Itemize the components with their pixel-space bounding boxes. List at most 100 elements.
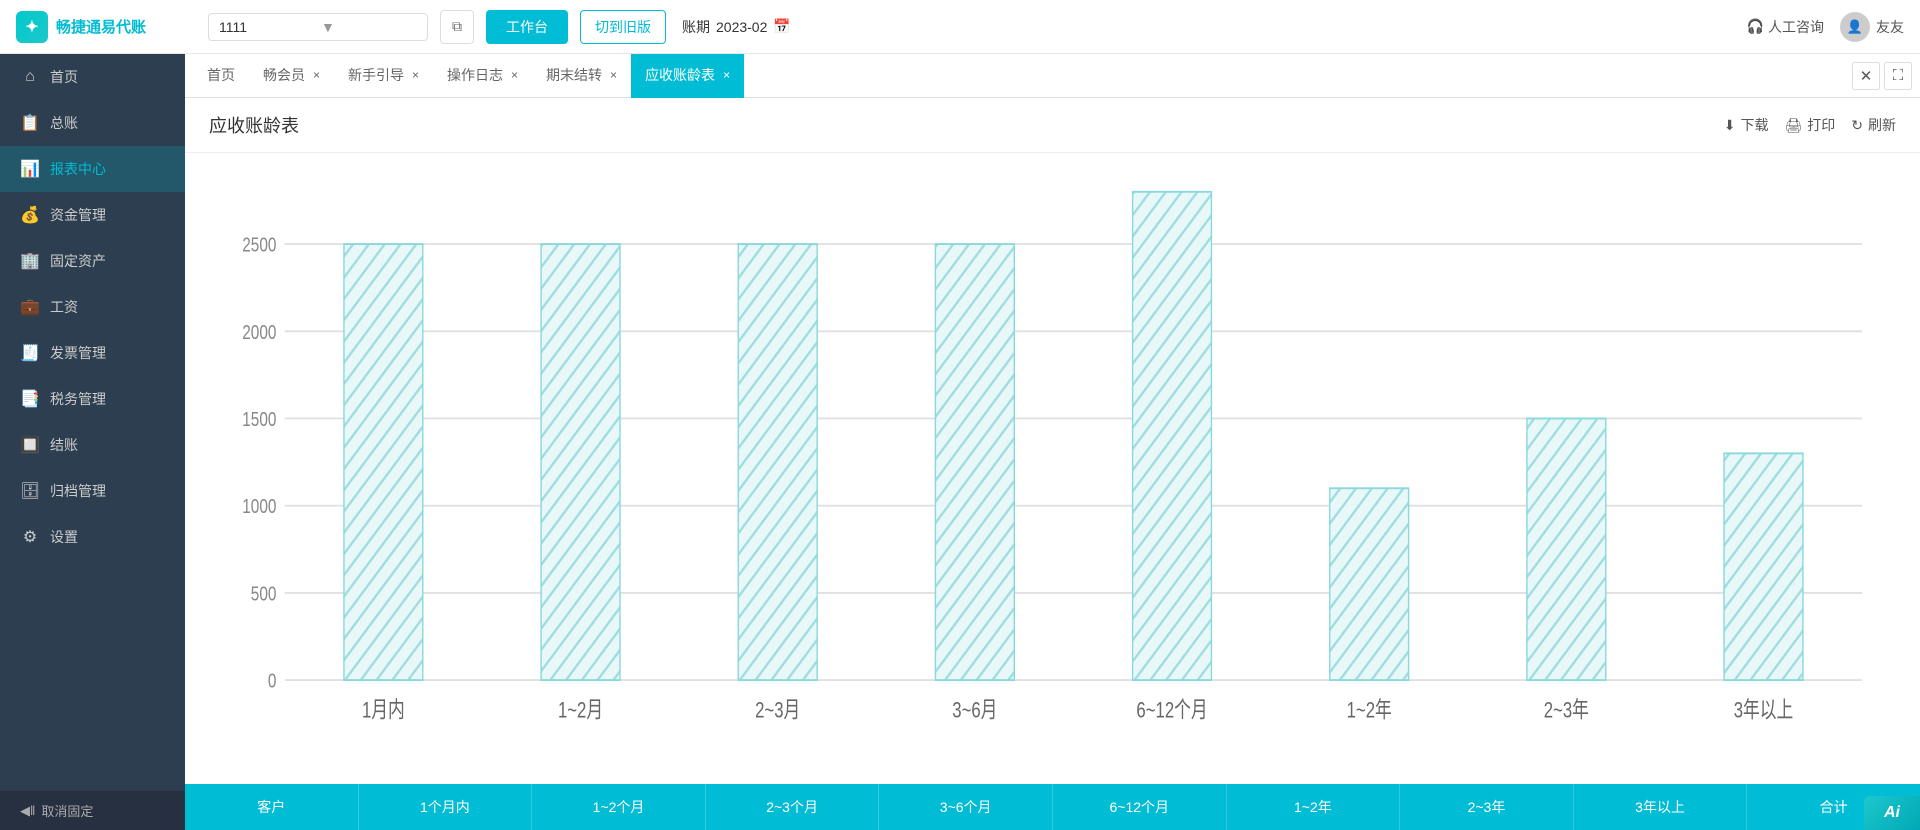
sidebar-item-reports[interactable]: 📊 报表中心 [0,146,185,192]
workbench-button[interactable]: 工作台 [486,10,568,44]
tab-closing[interactable]: 期末结转× [532,54,631,98]
th-1~2个月: 1~2个月 [532,784,706,830]
sidebar-icon-invoice: 🧾 [20,343,40,363]
svg-text:6~12个月: 6~12个月 [1136,698,1207,723]
tab-guide[interactable]: 新手引导× [334,54,433,98]
sidebar-item-salary[interactable]: 💼 工资 [0,284,185,330]
sidebar-icon-funds: 💰 [20,205,40,225]
tab-close-closing[interactable]: × [610,68,617,82]
copy-icon-button[interactable]: ⧉ [440,10,474,44]
download-button[interactable]: ⬇ 下载 [1724,115,1769,135]
sidebar-item-invoice[interactable]: 🧾 发票管理 [0,330,185,376]
svg-text:0: 0 [268,669,277,692]
sidebar-label-funds: 资金管理 [50,205,106,225]
logo-area: ✦ 畅捷通易代账 [16,11,196,43]
refresh-button[interactable]: ↻ 刷新 [1851,115,1896,135]
close-tab-button[interactable]: ✕ [1852,62,1880,90]
cancel-fixed-label: 取消固定 [41,801,93,820]
tab-label-member: 畅会员 [263,65,305,85]
sidebar-item-ledger[interactable]: 📋 总账 [0,100,185,146]
calendar-icon[interactable]: 📅 [773,18,790,35]
sidebar-icon-assets: 🏢 [20,251,40,271]
cancel-fixed-button[interactable]: ◀‖ 取消固定 [0,791,185,830]
tab-close-aging[interactable]: × [723,68,730,82]
svg-text:1500: 1500 [242,408,276,431]
tab-member[interactable]: 畅会员 × [249,54,334,98]
th-6~12个月: 6~12个月 [1053,784,1227,830]
download-label: 下载 [1740,115,1768,135]
print-label: 打印 [1807,115,1835,135]
consultation-label: 人工咨询 [1768,17,1824,37]
top-header: ✦ 畅捷通易代账 1111 ▼ ⧉ 工作台 切到旧版 账期 2023-02 📅 … [0,0,1920,54]
consultation-area[interactable]: 🎧 人工咨询 [1747,17,1824,37]
svg-text:1月内: 1月内 [362,698,405,723]
sidebar-label-home: 首页 [50,67,78,87]
refresh-label: 刷新 [1868,115,1896,135]
content-area: 首页畅会员×新手引导×操作日志×期末结转×应收账龄表× ✕ ⛶ 应收账龄表 ⬇ … [185,54,1920,830]
copy-icon: ⧉ [452,18,462,35]
sidebar-icon-archive: 🗄 [20,481,40,501]
tab-label-home: 首页 [207,65,235,85]
period-area: 账期 2023-02 📅 [682,17,791,37]
user-area[interactable]: 👤 友友 [1840,12,1904,42]
period-label: 账期 [682,17,710,37]
refresh-icon: ↻ [1851,117,1863,134]
dropdown-arrow-icon: ▼ [321,19,417,35]
sidebar-item-home[interactable]: ⌂ 首页 [0,54,185,100]
page-actions: ⬇ 下载 🖨 打印 ↻ 刷新 [1724,115,1896,135]
svg-text:1~2年: 1~2年 [1347,698,1392,723]
sidebar-item-settings[interactable]: ⚙ 设置 [0,514,185,560]
print-button[interactable]: 🖨 打印 [1784,115,1835,135]
pin-icon: ◀‖ [20,803,35,819]
sidebar-item-settle[interactable]: 🔲 结账 [0,422,185,468]
tab-close-log[interactable]: × [511,68,518,82]
tab-home[interactable]: 首页 [193,54,249,98]
sidebar-label-settle: 结账 [50,435,78,455]
company-name: 1111 [219,19,315,35]
sidebar: ⌂ 首页 📋 总账 📊 报表中心 💰 资金管理 🏢 固定资产 💼 工资 🧾 发票… [0,54,185,830]
sidebar-label-assets: 固定资产 [50,251,106,271]
tab-log[interactable]: 操作日志 × [433,54,532,98]
svg-text:3年以上: 3年以上 [1734,698,1794,723]
sidebar-item-archive[interactable]: 🗄 归档管理 [0,468,185,514]
print-icon: 🖨 [1784,117,1802,134]
svg-text:1000: 1000 [242,495,276,518]
sidebar-item-tax[interactable]: 📑 税务管理 [0,376,185,422]
svg-text:2~3月: 2~3月 [755,698,800,723]
th-客户: 客户 [185,784,359,830]
switch-version-button[interactable]: 切到旧版 [580,10,666,44]
th-2~3个月: 2~3个月 [706,784,880,830]
sidebar-label-tax: 税务管理 [50,389,106,409]
ai-badge[interactable]: Ai [1864,796,1920,830]
svg-text:3~6月: 3~6月 [952,698,997,723]
sidebar-icon-settle: 🔲 [20,435,40,455]
svg-text:2~3年: 2~3年 [1544,698,1589,723]
table-header: 客户1个月内1~2个月2~3个月3~6个月6~12个月1~2年2~3年3年以上合… [185,784,1920,830]
avatar: 👤 [1840,12,1870,42]
svg-text:1~2月: 1~2月 [558,698,603,723]
tab-aging[interactable]: 应收账龄表× [631,54,744,98]
sidebar-item-funds[interactable]: 💰 资金管理 [0,192,185,238]
page-content: 应收账龄表 ⬇ 下载 🖨 打印 ↻ 刷新 [185,98,1920,830]
svg-text:2500: 2500 [242,233,276,256]
tab-actions: ✕ ⛶ [1852,62,1912,90]
sidebar-label-archive: 归档管理 [50,481,106,501]
maximize-tab-button[interactable]: ⛶ [1884,62,1912,90]
sidebar-item-assets[interactable]: 🏢 固定资产 [0,238,185,284]
logo-text: 畅捷通易代账 [56,16,146,37]
th-3~6个月: 3~6个月 [879,784,1053,830]
tab-label-log: 操作日志 [447,65,503,85]
svg-text:500: 500 [251,582,277,605]
sidebar-label-invoice: 发票管理 [50,343,106,363]
download-icon: ⬇ [1724,117,1736,134]
main-layout: ⌂ 首页 📋 总账 📊 报表中心 💰 资金管理 🏢 固定资产 💼 工资 🧾 发票… [0,54,1920,830]
company-selector[interactable]: 1111 ▼ [208,13,428,41]
sidebar-icon-salary: 💼 [20,297,40,317]
bar-chart: 050010001500200025001月内1~2月2~3月3~6月6~12个… [215,173,1890,774]
th-1~2年: 1~2年 [1227,784,1401,830]
tab-close-member[interactable]: × [313,68,320,82]
th-2~3年: 2~3年 [1400,784,1574,830]
tab-close-guide[interactable]: × [412,68,419,82]
sidebar-icon-reports: 📊 [20,159,40,179]
sidebar-icon-settings: ⚙ [20,527,40,547]
